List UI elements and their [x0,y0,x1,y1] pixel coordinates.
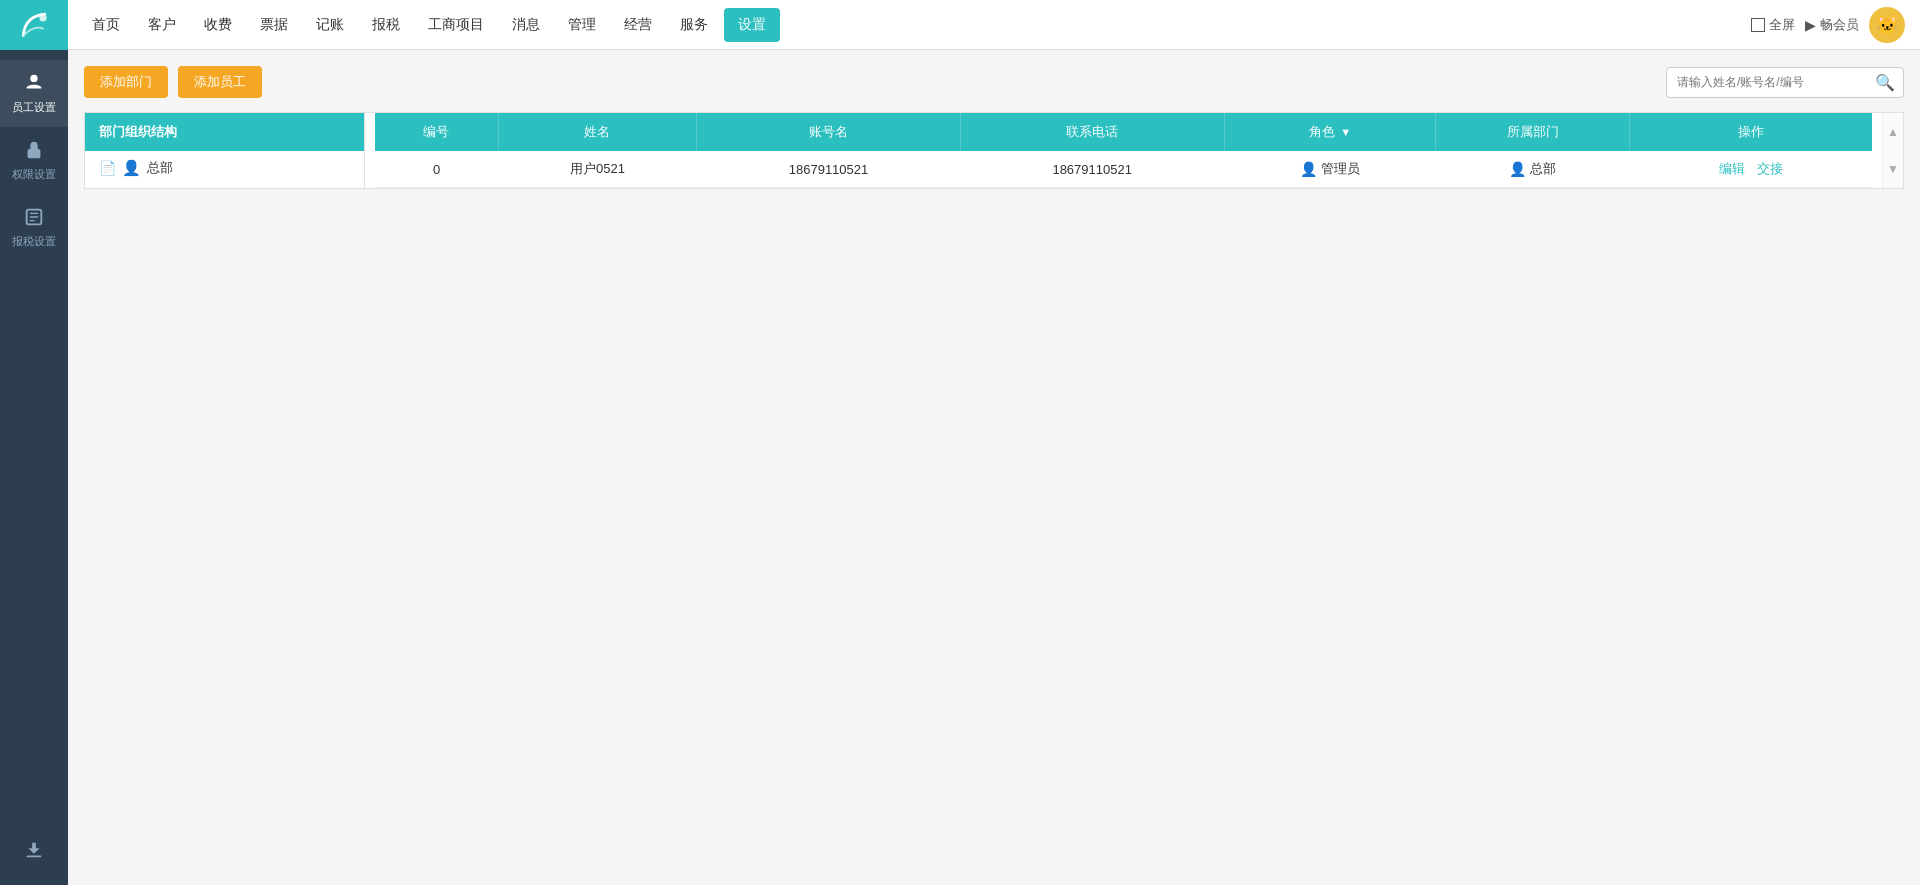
col-action: 操作 [1629,113,1872,151]
nav-settings[interactable]: 设置 [724,8,780,42]
avatar[interactable]: 🐱 [1869,7,1905,43]
top-nav: 首页 客户 收费 票据 记账 报税 工商项目 消息 管理 经营 服务 设置 全屏… [0,0,1920,50]
top-nav-right: 全屏 ▶ 畅会员 🐱 [1751,7,1920,43]
nav-bookkeeping[interactable]: 记账 [302,0,358,49]
scroll-down-button[interactable]: ▼ [1883,151,1903,189]
add-dept-button[interactable]: 添加部门 [84,66,168,98]
tax-icon [23,206,45,230]
toolbar: 添加部门 添加员工 🔍 [84,66,1904,98]
fullscreen-icon [1751,18,1765,32]
nav-client[interactable]: 客户 [134,0,190,49]
cell-account: 18679110521 [697,151,961,188]
download-icon [23,839,45,863]
sidebar-label-tax: 报税设置 [12,234,56,249]
left-sidebar: 员工设置 权限设置 报税设置 [0,50,68,885]
member-button[interactable]: ▶ 畅会员 [1805,16,1859,34]
filter-icon: ▼ [1340,126,1351,138]
content-area: 添加部门 添加员工 🔍 部门组织结构 📄 👤 总部 [68,50,1920,885]
sidebar-item-tax[interactable]: 报税设置 [0,194,68,261]
file-icon: 📄 [99,160,116,176]
search-input[interactable] [1667,70,1867,94]
nav-manage[interactable]: 管理 [554,0,610,49]
search-bar: 🔍 [1666,67,1904,98]
nav-tax[interactable]: 报税 [358,0,414,49]
svg-point-0 [39,14,46,21]
nav-billing[interactable]: 收费 [190,0,246,49]
sidebar-label-employee: 员工设置 [12,100,56,115]
col-phone: 联系电话 [960,113,1224,151]
col-dept: 所属部门 [1436,113,1629,151]
table-row: 0 用户0521 18679110521 18679110521 👤 管理员 👤… [375,151,1872,188]
sidebar-item-employee[interactable]: 员工设置 [0,60,68,127]
play-icon: ▶ [1805,17,1816,33]
transfer-link[interactable]: 交接 [1757,161,1783,176]
svg-point-1 [30,75,37,82]
col-role[interactable]: 角色 ▼ [1224,113,1436,151]
fullscreen-label: 全屏 [1769,16,1795,34]
dept-tree: 部门组织结构 📄 👤 总部 [85,113,365,188]
dept-tree-item[interactable]: 📄 👤 总部 [85,151,364,185]
nav-business[interactable]: 工商项目 [414,0,498,49]
scroll-up-button[interactable]: ▲ [1883,113,1903,151]
cell-phone: 18679110521 [960,151,1224,188]
lock-icon [23,139,45,163]
sidebar-item-permission[interactable]: 权限设置 [0,127,68,194]
col-id: 编号 [375,113,498,151]
nav-operation[interactable]: 经营 [610,0,666,49]
nav-home[interactable]: 首页 [78,0,134,49]
search-button[interactable]: 🔍 [1867,68,1903,97]
fullscreen-button[interactable]: 全屏 [1751,16,1795,34]
scroll-buttons: ▲ ▼ [1882,113,1903,188]
nav-invoice[interactable]: 票据 [246,0,302,49]
search-icon: 🔍 [1875,74,1895,91]
emp-table: 编号 姓名 账号名 联系电话 角色 ▼ 所属部门 操作 [375,113,1872,188]
sidebar-item-download[interactable] [0,827,68,875]
dept-icon: 👤 [1509,161,1526,177]
add-emp-button[interactable]: 添加员工 [178,66,262,98]
cell-name: 用户0521 [498,151,696,188]
table-wrapper: 部门组织结构 📄 👤 总部 编号 姓名 账号名 联系电话 [84,112,1904,189]
cell-dept: 👤 总部 [1436,151,1629,188]
col-account: 账号名 [697,113,961,151]
nav-service[interactable]: 服务 [666,0,722,49]
col-name: 姓名 [498,113,696,151]
cell-role: 👤 管理员 [1224,151,1436,188]
person-icon [23,72,45,96]
member-label: 畅会员 [1820,16,1859,34]
logo[interactable] [0,0,68,50]
main-layout: 员工设置 权限设置 报税设置 添加部门 添加员工 [0,50,1920,885]
role-icon: 👤 [1300,161,1317,177]
edit-link[interactable]: 编辑 [1719,161,1745,176]
nav-items: 首页 客户 收费 票据 记账 报税 工商项目 消息 管理 经营 服务 设置 [68,0,1751,49]
nav-message[interactable]: 消息 [498,0,554,49]
svg-rect-4 [27,856,42,858]
cell-action: 编辑 交接 [1629,151,1872,188]
sidebar-label-permission: 权限设置 [12,167,56,182]
dept-name: 总部 [147,159,173,177]
dept-tree-header: 部门组织结构 [85,113,364,151]
dept-user-icon: 👤 [122,159,141,177]
cell-id: 0 [375,151,498,188]
svg-rect-2 [28,149,41,158]
